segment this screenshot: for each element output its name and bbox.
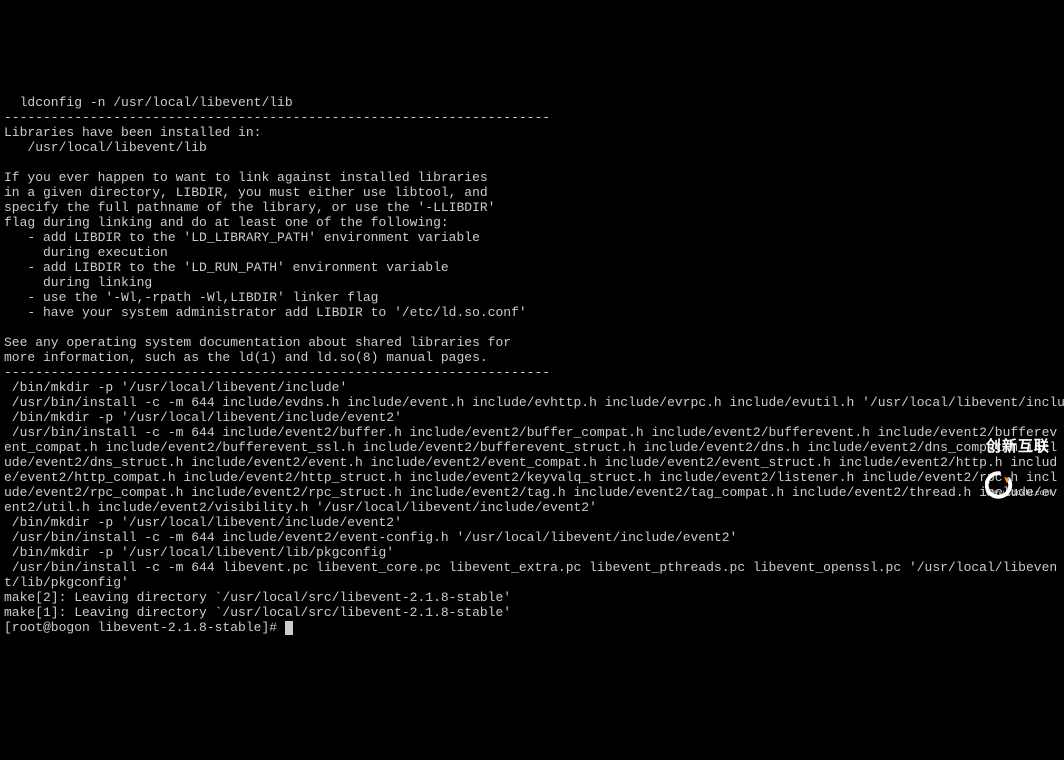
output-line: in a given directory, LIBDIR, you must e… xyxy=(4,185,488,200)
output-line: make[2]: Leaving directory `/usr/local/s… xyxy=(4,590,511,605)
terminal-output: ldconfig -n /usr/local/libevent/lib ----… xyxy=(4,95,1060,635)
output-line: ----------------------------------------… xyxy=(4,110,550,125)
output-line: during execution xyxy=(4,245,168,260)
output-line: - add LIBDIR to the 'LD_LIBRARY_PATH' en… xyxy=(4,230,480,245)
output-line: - add LIBDIR to the 'LD_RUN_PATH' enviro… xyxy=(4,260,449,275)
output-line: specify the full pathname of the library… xyxy=(4,200,495,215)
output-line-wrapped: /usr/bin/install -c -m 644 include/event… xyxy=(4,425,1060,515)
output-line: flag during linking and do at least one … xyxy=(4,215,449,230)
output-line: /bin/mkdir -p '/usr/local/libevent/inclu… xyxy=(4,380,347,395)
shell-prompt[interactable]: [root@bogon libevent-2.1.8-stable]# xyxy=(4,620,285,635)
output-line: /usr/local/libevent/lib xyxy=(4,140,207,155)
watermark-text: 创新互联 xyxy=(986,439,1052,455)
output-line: /bin/mkdir -p '/usr/local/libevent/inclu… xyxy=(4,410,402,425)
output-line: ldconfig -n /usr/local/libevent/lib xyxy=(4,95,293,110)
output-line: /bin/mkdir -p '/usr/local/libevent/lib/p… xyxy=(4,545,394,560)
output-line: - have your system administrator add LIB… xyxy=(4,305,527,320)
output-line: - use the '-Wl,-rpath -Wl,LIBDIR' linker… xyxy=(4,290,378,305)
output-line-wrapped: /usr/bin/install -c -m 644 libevent.pc l… xyxy=(4,560,1060,590)
output-line: /usr/bin/install -c -m 644 include/event… xyxy=(4,530,737,545)
output-line: /bin/mkdir -p '/usr/local/libevent/inclu… xyxy=(4,515,402,530)
output-line: ----------------------------------------… xyxy=(4,365,550,380)
output-line: If you ever happen to want to link again… xyxy=(4,170,488,185)
output-line: /usr/bin/install -c -m 644 include/evdns… xyxy=(4,395,1064,410)
output-line: make[1]: Leaving directory `/usr/local/s… xyxy=(4,605,511,620)
watermark-logo-icon xyxy=(954,456,982,484)
output-line: more information, such as the ld(1) and … xyxy=(4,350,488,365)
output-line: Libraries have been installed in: xyxy=(4,125,261,140)
output-line: See any operating system documentation a… xyxy=(4,335,511,350)
cursor-icon xyxy=(285,621,293,635)
output-line: during linking xyxy=(4,275,152,290)
terminal-window[interactable]: ldconfig -n /usr/local/libevent/lib ----… xyxy=(0,60,1064,655)
watermark: 创新互联 www.cdcxhl.com xyxy=(954,409,1052,530)
